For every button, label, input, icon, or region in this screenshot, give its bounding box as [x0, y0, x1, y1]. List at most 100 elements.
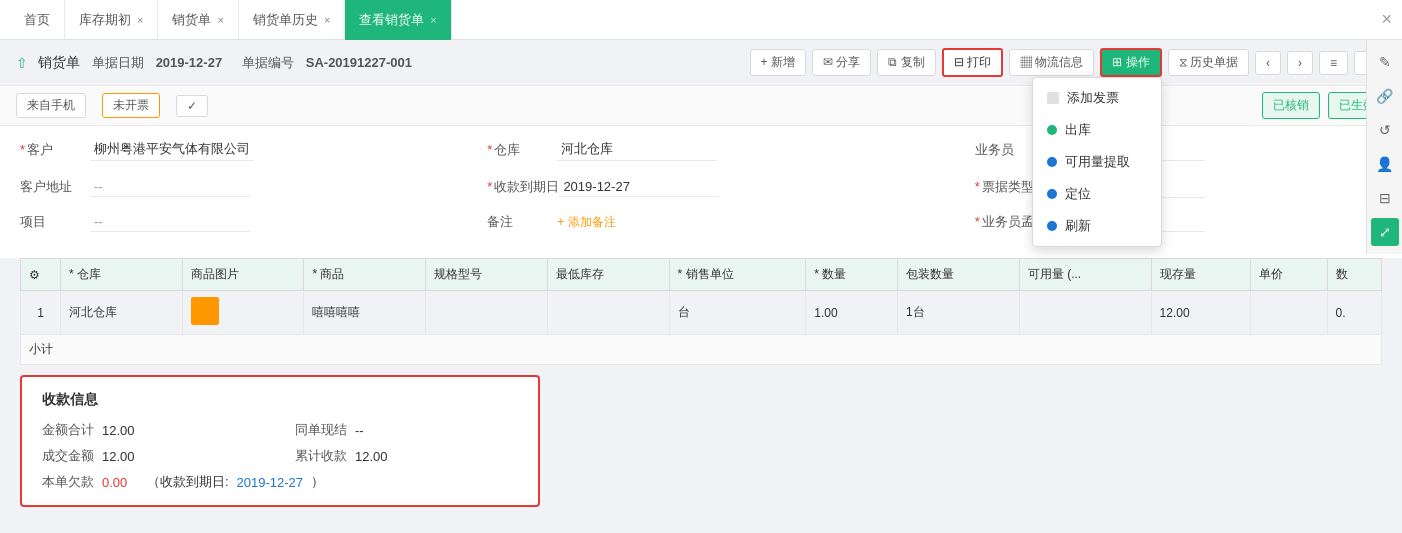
row-spec	[426, 291, 548, 335]
operation-button[interactable]: ⊞ 操作	[1100, 48, 1161, 77]
warehouse-col-header: * 仓库	[61, 259, 183, 291]
sidebar-refresh-button[interactable]: ↺	[1371, 116, 1399, 144]
subtotal-row: 小计	[21, 335, 1382, 365]
data-table: ⚙ * 仓库 商品图片 * 商品 规格型号 最低库存 * 销售单位 * 数量 包…	[20, 258, 1382, 365]
form-row-3: 项目 -- 备注 + 添加备注 业务员孟 --	[20, 212, 1382, 232]
form-row-2: 客户地址 -- 收款到期日 2019-12-27 票据类型 不开票	[20, 175, 1382, 198]
status-bar: 来自手机 未开票 ✓ 已核销 已生效	[0, 86, 1402, 126]
amount-col-header: 数	[1327, 259, 1381, 291]
note-field: 备注 + 添加备注	[487, 213, 894, 231]
sidebar-user-button[interactable]: 👤	[1371, 150, 1399, 178]
available-qty-icon	[1047, 157, 1057, 167]
due-date-label: 收款到期日	[487, 178, 559, 196]
locate-icon	[1047, 189, 1057, 199]
row-seq: 1	[21, 291, 61, 335]
cumulative-label: 累计收款	[295, 447, 347, 465]
row-product: 嘻嘻嘻嘻	[304, 291, 426, 335]
locate-item[interactable]: 定位	[1033, 178, 1161, 210]
customer-label: 客户	[20, 141, 90, 159]
row-current-stock: 12.00	[1151, 291, 1250, 335]
new-button[interactable]: + 新增	[750, 49, 806, 76]
sales-order-icon: ⇧	[16, 55, 28, 71]
amount-total-item: 金额合计 12.00	[42, 421, 265, 439]
warehouse-label: 仓库	[487, 141, 557, 159]
amount-total-value: 12.00	[102, 423, 135, 438]
operation-dropdown: 添加发票 出库 可用量提取 定位 刷新	[1032, 77, 1162, 247]
doc-date-value: 2019-12-27	[156, 55, 223, 70]
window-close-button[interactable]: ×	[1381, 9, 1392, 30]
payment-grid: 金额合计 12.00 同单现结 -- 成交金额 12.00 累计收款 12.00…	[42, 421, 518, 491]
available-col-header: 可用量 (...	[1019, 259, 1151, 291]
settings-col-header[interactable]: ⚙	[21, 259, 61, 291]
address-value: --	[90, 177, 250, 197]
form-row-1: 客户 柳州粤港平安气体有限公司 仓库 河北仓库 业务员 演示账号	[20, 138, 1382, 161]
warehouse-field: 仓库 河北仓库	[487, 138, 894, 161]
nav-prev-button[interactable]: ‹	[1255, 51, 1281, 75]
not-open-button[interactable]: 未开票	[102, 93, 160, 118]
from-mobile-button[interactable]: 来自手机	[16, 93, 86, 118]
subtotal-label: 小计	[21, 335, 1382, 365]
due-date-value: 2019-12-27	[559, 177, 719, 197]
cumulative-receipt-item: 累计收款 12.00	[295, 447, 518, 465]
sales-unit-col-header: * 销售单位	[669, 259, 806, 291]
address-label: 客户地址	[20, 178, 90, 196]
same-order-settlement-item: 同单现结 --	[295, 421, 518, 439]
same-order-value: --	[355, 423, 364, 438]
copy-button[interactable]: ⧉ 复制	[877, 49, 935, 76]
same-order-label: 同单现结	[295, 421, 347, 439]
this-order-due-item: 本单欠款 0.00 （收款到期日: 2019-12-27 ）	[42, 473, 518, 491]
tab-view-sales[interactable]: 查看销货单 ×	[345, 0, 451, 40]
doc-toolbar: ⇧ 销货单 单据日期 2019-12-27 单据编号 SA-20191227-0…	[0, 40, 1402, 86]
product-image	[191, 297, 219, 325]
product-col-header: * 商品	[304, 259, 426, 291]
sidebar-edit-button[interactable]: ✎	[1371, 48, 1399, 76]
close-tab-sales[interactable]: ×	[217, 14, 223, 26]
tab-home[interactable]: 首页	[10, 0, 65, 40]
close-tab-inventory[interactable]: ×	[137, 14, 143, 26]
outbound-item[interactable]: 出库	[1033, 114, 1161, 146]
current-stock-col-header: 现存量	[1151, 259, 1250, 291]
row-unit-price	[1250, 291, 1327, 335]
refresh-item[interactable]: 刷新	[1033, 210, 1161, 242]
doc-title-area: ⇧ 销货单	[16, 54, 80, 72]
add-invoice-item[interactable]: 添加发票	[1033, 82, 1161, 114]
row-sales-unit: 台	[669, 291, 806, 335]
close-tab-view-sales[interactable]: ×	[430, 14, 436, 26]
logistics-button[interactable]: ▦ 物流信息	[1009, 49, 1094, 76]
history-records-button[interactable]: ⧖ 历史单据	[1168, 49, 1249, 76]
add-invoice-icon	[1047, 92, 1059, 104]
warehouse-value: 河北仓库	[557, 138, 717, 161]
due-date-val: 2019-12-27	[237, 475, 304, 490]
row-warehouse: 河北仓库	[61, 291, 183, 335]
sidebar-expand-button[interactable]: ⤢	[1371, 218, 1399, 246]
project-value: --	[90, 212, 250, 232]
form-area: 客户 柳州粤港平安气体有限公司 仓库 河北仓库 业务员 演示账号 客户地址 --…	[0, 126, 1402, 258]
tab-bar: 首页 库存期初 × 销货单 × 销货单历史 × 查看销货单 × ×	[0, 0, 1402, 40]
toolbar-actions: + 新增 ✉ 分享 ⧉ 复制 ⊟ 打印 ▦ 物流信息 ⊞ 操作 添加发票 出库 …	[750, 48, 1386, 77]
share-button[interactable]: ✉ 分享	[812, 49, 871, 76]
print-button[interactable]: ⊟ 打印	[942, 48, 1003, 77]
pack-qty-col-header: 包装数量	[898, 259, 1020, 291]
cancelled-button[interactable]: 已核销	[1262, 92, 1320, 119]
doc-number-label: 单据编号 SA-20191227-001	[242, 54, 412, 72]
spec-col-header: 规格型号	[426, 259, 548, 291]
sidebar-table-button[interactable]: ⊟	[1371, 184, 1399, 212]
view-toggle1-button[interactable]: ≡	[1319, 51, 1348, 75]
row-pack-qty: 1台	[898, 291, 1020, 335]
tab-inventory-init[interactable]: 库存期初 ×	[65, 0, 158, 40]
nav-next-button[interactable]: ›	[1287, 51, 1313, 75]
tab-sales-history[interactable]: 销货单历史 ×	[239, 0, 345, 40]
product-img-col-header: 商品图片	[182, 259, 304, 291]
tab-sales-order[interactable]: 销货单 ×	[158, 0, 238, 40]
table-row: 1 河北仓库 嘻嘻嘻嘻 台 1.00 1台 12.00 0.	[21, 291, 1382, 335]
transaction-value: 12.00	[102, 449, 135, 464]
table-area: ⚙ * 仓库 商品图片 * 商品 规格型号 最低库存 * 销售单位 * 数量 包…	[0, 258, 1402, 375]
add-note-button[interactable]: + 添加备注	[557, 214, 615, 231]
available-qty-item[interactable]: 可用量提取	[1033, 146, 1161, 178]
sidebar-link-button[interactable]: 🔗	[1371, 82, 1399, 110]
doc-date-label: 单据日期 2019-12-27	[92, 54, 222, 72]
right-sidebar: ✎ 🔗 ↺ 👤 ⊟ ⤢	[1366, 40, 1402, 254]
close-tab-history[interactable]: ×	[324, 14, 330, 26]
confirm-button[interactable]: ✓	[176, 95, 208, 117]
doc-number-value: SA-20191227-001	[306, 55, 412, 70]
